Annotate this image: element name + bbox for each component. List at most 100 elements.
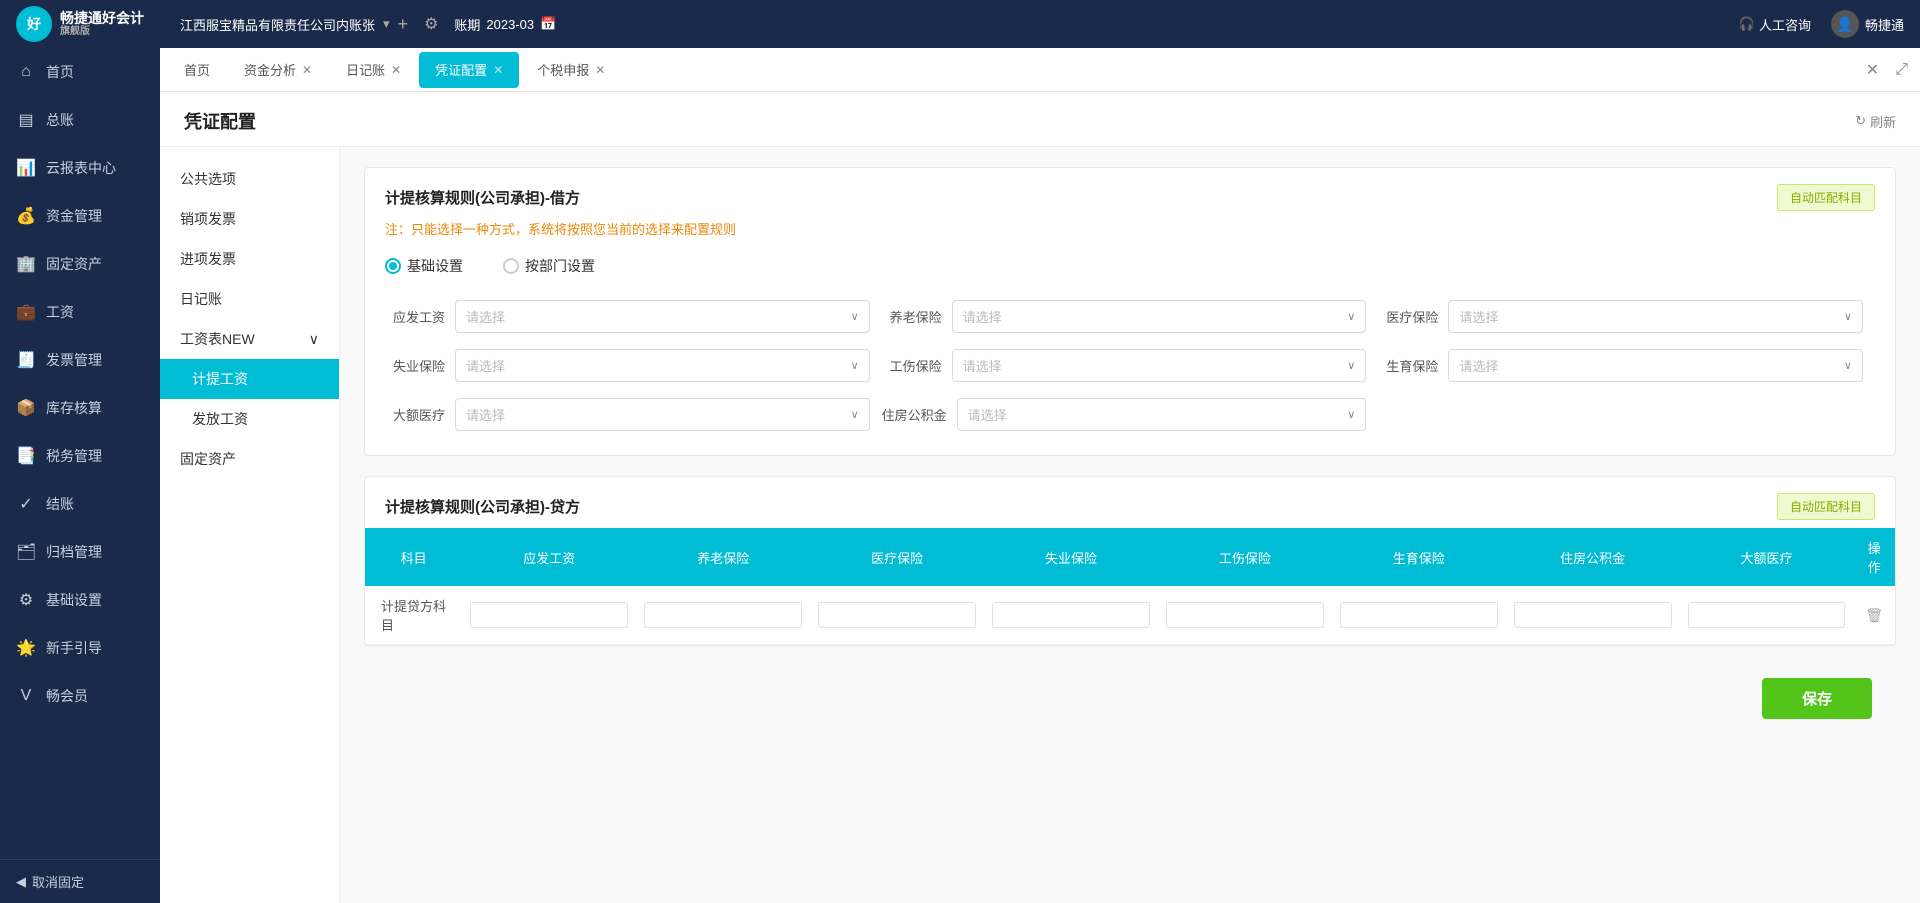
left-nav-accrue[interactable]: 计提工资: [160, 359, 339, 399]
input-gongshang[interactable]: [1166, 602, 1324, 628]
input-yanglao[interactable]: [644, 602, 802, 628]
company-selector[interactable]: 江西服宝精品有限责任公司内账张 ▾: [180, 15, 390, 34]
settle-icon: ✓: [16, 494, 36, 514]
tab-funds-label: 资金分析: [244, 60, 296, 79]
col-yiliao: 医疗保险: [810, 528, 984, 586]
sidebar-item-settle[interactable]: ✓ 结账: [0, 480, 160, 528]
credit-auto-match-button[interactable]: 自动匹配科目: [1777, 493, 1875, 520]
sidebar-label-salary: 工资: [46, 302, 74, 322]
headset-icon: 🎧: [1739, 16, 1755, 32]
field-shiye: 失业保险 请选择 ∨: [385, 341, 882, 390]
refresh-button[interactable]: ↻ 刷新: [1855, 112, 1896, 131]
col-subject: 科目: [365, 528, 462, 586]
service-button[interactable]: 🎧 人工咨询: [1739, 15, 1811, 34]
settings-icon[interactable]: ⚙: [424, 14, 438, 34]
debit-form-grid: 应发工资 请选择 ∨ 养老保险 请选择 ∨: [365, 292, 1895, 455]
sidebar-item-ledger[interactable]: ▤ 总账: [0, 96, 160, 144]
add-account-button[interactable]: +: [398, 14, 409, 35]
content-area: 首页 资金分析 ✕ 日记账 ✕ 凭证配置 ✕ 个税申报 ✕ ✕ ⤢: [160, 48, 1920, 903]
table-header-row: 科目 应发工资 养老保险 医疗保险 失业保险 工伤保险 生育保险 住房公积金 大…: [365, 528, 1895, 586]
gongshang-select[interactable]: 请选择 ∨: [952, 349, 1367, 382]
left-nav-journal[interactable]: 日记账: [160, 279, 339, 319]
tab-journal-label: 日记账: [346, 60, 385, 79]
sidebar-item-guide[interactable]: 🌟 新手引导: [0, 624, 160, 672]
radio-dept-label: 按部门设置: [525, 256, 595, 276]
yanglao-placeholder: 请选择: [963, 307, 1002, 326]
dae-select[interactable]: 请选择 ∨: [455, 398, 870, 431]
sidebar-item-basic[interactable]: ⚙ 基础设置: [0, 576, 160, 624]
input-zhufang[interactable]: [1514, 602, 1672, 628]
sidebar-item-funds[interactable]: 💰 资金管理: [0, 192, 160, 240]
sidebar-item-invoice[interactable]: 🧾 发票管理: [0, 336, 160, 384]
sidebar-item-tax[interactable]: 📑 税务管理: [0, 432, 160, 480]
yingfa-gongzi-placeholder: 请选择: [466, 307, 505, 326]
tab-tax-report-close[interactable]: ✕: [595, 63, 605, 77]
input-shengyu[interactable]: [1340, 602, 1498, 628]
radio-basic-circle: [385, 258, 401, 274]
col-yanglao: 养老保险: [636, 528, 810, 586]
radio-basic[interactable]: 基础设置: [385, 256, 463, 276]
shiye-select[interactable]: 请选择 ∨: [455, 349, 870, 382]
cell-yiliao: [810, 586, 984, 645]
col-action: 操作: [1853, 528, 1895, 586]
tab-funds[interactable]: 资金分析 ✕: [228, 52, 328, 88]
left-nav-purchase[interactable]: 进项发票: [160, 239, 339, 279]
tab-journal[interactable]: 日记账 ✕: [330, 52, 417, 88]
radio-dept[interactable]: 按部门设置: [503, 256, 595, 276]
tab-journal-close[interactable]: ✕: [391, 63, 401, 77]
left-nav-pay[interactable]: 发放工资: [160, 399, 339, 439]
sidebar-item-salary[interactable]: 💼 工资: [0, 288, 160, 336]
yingfa-gongzi-select[interactable]: 请选择 ∨: [455, 300, 870, 333]
input-dae[interactable]: [1688, 602, 1846, 628]
input-yiliao[interactable]: [818, 602, 976, 628]
guide-icon: 🌟: [16, 638, 36, 658]
left-nav-public[interactable]: 公共选项: [160, 159, 339, 199]
sidebar-item-assets[interactable]: 🏢 固定资产: [0, 240, 160, 288]
tab-tax-report[interactable]: 个税申报 ✕: [521, 52, 621, 88]
tab-voucher-config[interactable]: 凭证配置 ✕: [419, 52, 519, 88]
sidebar-item-archive[interactable]: 🗂 归档管理: [0, 528, 160, 576]
form-area: 计提核算规则(公司承担)-借方 自动匹配科目 注：只能选择一种方式，系统将按照您…: [340, 147, 1920, 903]
sidebar-label-inventory: 库存核算: [46, 398, 102, 418]
field-gongshang: 工伤保险 请选择 ∨: [882, 341, 1379, 390]
input-yingfa[interactable]: [470, 602, 628, 628]
debit-auto-match-button[interactable]: 自动匹配科目: [1777, 184, 1875, 211]
invoice-icon: 🧾: [16, 350, 36, 370]
cancel-fixed-button[interactable]: ◀ 取消固定: [0, 859, 160, 903]
cell-shiye: [984, 586, 1158, 645]
zhufang-arrow: ∨: [1347, 408, 1355, 421]
input-shiye[interactable]: [992, 602, 1150, 628]
yiliao-select[interactable]: 请选择 ∨: [1448, 300, 1863, 333]
user-menu[interactable]: 👤 畅捷通: [1831, 10, 1904, 38]
home-icon: ⌂: [16, 63, 36, 81]
sidebar-item-inventory[interactable]: 📦 库存核算: [0, 384, 160, 432]
tab-voucher-config-close[interactable]: ✕: [493, 63, 503, 77]
expand-icon[interactable]: ⤢: [1891, 57, 1912, 83]
shiye-arrow: ∨: [851, 359, 859, 372]
delete-row-icon[interactable]: 🗑: [1865, 607, 1883, 623]
yiliao-label: 医疗保险: [1378, 307, 1438, 326]
archive-icon: 🗂: [16, 542, 36, 562]
sidebar-item-vip[interactable]: V 畅会员: [0, 672, 160, 720]
shengyu-select[interactable]: 请选择 ∨: [1448, 349, 1863, 382]
yanglao-select[interactable]: 请选择 ∨: [952, 300, 1367, 333]
zhufang-select[interactable]: 请选择 ∨: [957, 398, 1367, 431]
left-nav-salary-table[interactable]: 工资表NEW ∨: [160, 319, 339, 359]
yanglao-arrow: ∨: [1347, 310, 1355, 323]
left-nav-sales[interactable]: 销项发票: [160, 199, 339, 239]
sidebar-item-home[interactable]: ⌂ 首页: [0, 48, 160, 96]
top-bar: 好 畅捷通好会计 旗舰版 江西服宝精品有限责任公司内账张 ▾ + ⚙ 账期 20…: [0, 0, 1920, 48]
period-selector[interactable]: 账期 2023-03 📅: [454, 15, 556, 34]
left-nav-fixed-assets[interactable]: 固定资产: [160, 439, 339, 479]
sidebar-item-reports[interactable]: 📊 云报表中心: [0, 144, 160, 192]
calendar-icon[interactable]: 📅: [540, 16, 556, 32]
company-dropdown-icon[interactable]: ▾: [383, 16, 390, 32]
sidebar-label-vip: 畅会员: [46, 686, 88, 706]
close-tab-icon[interactable]: ✕: [1862, 56, 1883, 84]
tab-home[interactable]: 首页: [168, 52, 226, 88]
cell-action: 🗑: [1853, 586, 1895, 645]
debit-section: 计提核算规则(公司承担)-借方 自动匹配科目 注：只能选择一种方式，系统将按照您…: [364, 167, 1896, 456]
credit-section-title: 计提核算规则(公司承担)-贷方: [385, 496, 580, 517]
tab-funds-close[interactable]: ✕: [302, 63, 312, 77]
save-button[interactable]: 保存: [1762, 678, 1872, 719]
